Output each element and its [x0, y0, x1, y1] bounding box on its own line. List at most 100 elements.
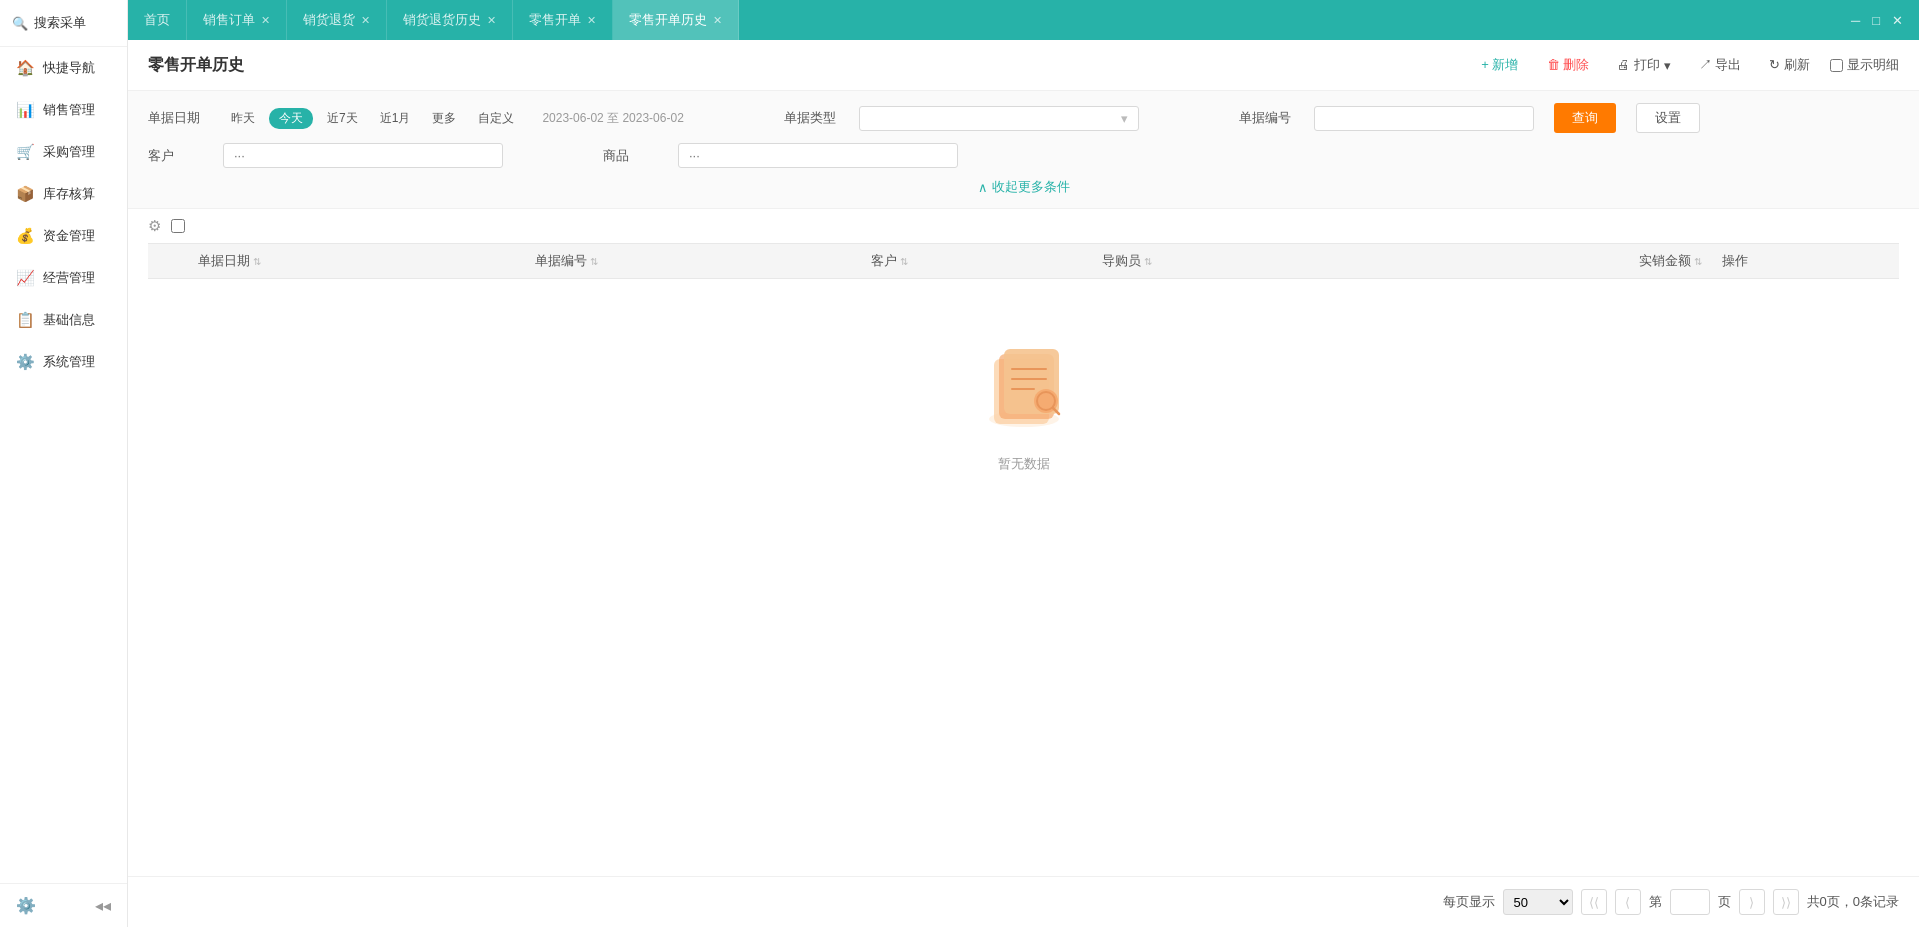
th-label-action: 操作: [1722, 253, 1748, 268]
first-page-btn[interactable]: ⟨⟨: [1581, 889, 1607, 915]
add-button[interactable]: + 新增: [1473, 52, 1526, 78]
settings-icon[interactable]: ⚙️: [16, 896, 36, 915]
query-button[interactable]: 查询: [1554, 103, 1616, 133]
prev-page-btn[interactable]: ⟨: [1615, 889, 1641, 915]
date-btn-近1月[interactable]: 近1月: [372, 108, 419, 129]
th-guide[interactable]: 导购员⇅: [1092, 244, 1376, 279]
print-arrow: ▾: [1664, 58, 1671, 73]
th-label-amount: 实销金额: [1639, 253, 1691, 268]
sidebar-search[interactable]: 🔍 搜索采单: [0, 0, 127, 47]
sidebar-item-purchase-mgmt[interactable]: 🛒 采购管理: [0, 131, 127, 173]
nav-icon-inventory: 📦: [16, 185, 35, 203]
window-close[interactable]: ✕: [1892, 13, 1903, 28]
print-button[interactable]: 🖨 打印 ▾: [1609, 52, 1679, 78]
date-range: 2023-06-02 至 2023-06-02: [542, 110, 683, 127]
sort-icon-no: ⇅: [590, 256, 598, 267]
filter-date-btns: 昨天今天近7天近1月更多自定义: [223, 108, 522, 129]
nav-icon-sales-mgmt: 📊: [16, 101, 35, 119]
tab-close-sales-order[interactable]: ✕: [261, 14, 270, 27]
show-detail-label: 显示明细: [1847, 56, 1899, 74]
th-no[interactable]: 单据编号⇅: [525, 244, 862, 279]
tab-close-sales-return-history[interactable]: ✕: [487, 14, 496, 27]
refresh-button[interactable]: ↻ 刷新: [1761, 52, 1818, 78]
empty-icon: [974, 339, 1074, 439]
collapse-label: 收起更多条件: [992, 178, 1070, 196]
tab-close-retail-open-history[interactable]: ✕: [713, 14, 722, 27]
customer-input[interactable]: [223, 143, 503, 168]
nav-label-operations: 经营管理: [43, 269, 95, 287]
page-input[interactable]: 1: [1670, 889, 1710, 915]
nav-label-system: 系统管理: [43, 353, 95, 371]
date-btn-更多[interactable]: 更多: [424, 108, 464, 129]
doc-type-label: 单据类型: [784, 109, 839, 127]
tab-sales-return-history[interactable]: 销货退货历史 ✕: [387, 0, 513, 40]
th-date[interactable]: 单据日期⇅: [188, 244, 525, 279]
nav-icon-finance: 💰: [16, 227, 35, 245]
window-minimize[interactable]: ─: [1851, 13, 1860, 28]
collapse-bar[interactable]: ∧ 收起更多条件: [148, 178, 1899, 196]
date-btn-昨天[interactable]: 昨天: [223, 108, 263, 129]
sidebar-item-basic-info[interactable]: 📋 基础信息: [0, 299, 127, 341]
nav-label-sales-mgmt: 销售管理: [43, 101, 95, 119]
nav-label-quick-nav: 快捷导航: [43, 59, 95, 77]
pagination-summary: 共0页，0条记录: [1807, 893, 1899, 911]
date-btn-今天[interactable]: 今天: [269, 108, 313, 129]
th-label-no: 单据编号: [535, 253, 587, 268]
sidebar-item-sales-mgmt[interactable]: 📊 销售管理: [0, 89, 127, 131]
per-page-select[interactable]: 102050100: [1503, 889, 1573, 915]
sidebar-item-finance[interactable]: 💰 资金管理: [0, 215, 127, 257]
nav-label-inventory: 库存核算: [43, 185, 95, 203]
tab-home[interactable]: 首页: [128, 0, 187, 40]
content-area: 零售开单历史 + 新增 🗑 删除 🖨 打印 ▾ ↗ 导出 ↻ 刷新 显示明细 单…: [128, 40, 1919, 927]
page-label: 页: [1718, 893, 1731, 911]
sort-icon-guide: ⇅: [1144, 256, 1152, 267]
delete-button[interactable]: 🗑 删除: [1539, 52, 1598, 78]
settings-button[interactable]: 设置: [1636, 103, 1700, 133]
doc-type-select[interactable]: ▾: [859, 106, 1139, 131]
tab-sales-return[interactable]: 销货退货 ✕: [287, 0, 387, 40]
filter-row-1: 单据日期 昨天今天近7天近1月更多自定义 2023-06-02 至 2023-0…: [148, 103, 1899, 133]
chevron-up-icon: ∧: [978, 180, 988, 195]
table-head: 单据日期⇅单据编号⇅客户⇅导购员⇅实销金额⇅操作: [148, 244, 1899, 279]
next-page-btn[interactable]: ⟩: [1739, 889, 1765, 915]
nav-icon-quick-nav: 🏠: [16, 59, 35, 77]
collapse-icon[interactable]: ◂◂: [95, 896, 111, 915]
sidebar-item-system[interactable]: ⚙️ 系统管理: [0, 341, 127, 383]
sidebar-item-quick-nav[interactable]: 🏠 快捷导航: [0, 47, 127, 89]
th-label-customer: 客户: [871, 253, 897, 268]
th-action: 操作: [1712, 244, 1899, 279]
table-toolbar: ⚙: [148, 209, 1899, 243]
sidebar-item-operations[interactable]: 📈 经营管理: [0, 257, 127, 299]
export-button[interactable]: ↗ 导出: [1691, 52, 1750, 78]
tab-close-sales-return[interactable]: ✕: [361, 14, 370, 27]
toolbar: + 新增 🗑 删除 🖨 打印 ▾ ↗ 导出 ↻ 刷新 显示明细: [1473, 52, 1899, 78]
table-area: ⚙ 单据日期⇅单据编号⇅客户⇅导购员⇅实销金额⇅操作: [128, 209, 1919, 876]
goods-input[interactable]: [678, 143, 958, 168]
th-amount[interactable]: 实销金额⇅: [1376, 244, 1713, 279]
select-all-checkbox[interactable]: [171, 219, 185, 233]
th-customer[interactable]: 客户⇅: [861, 244, 1092, 279]
last-page-btn[interactable]: ⟩⟩: [1773, 889, 1799, 915]
goods-label: 商品: [603, 147, 658, 165]
tab-close-retail-open[interactable]: ✕: [587, 14, 596, 27]
tab-label-home: 首页: [144, 11, 170, 29]
customer-label: 客户: [148, 147, 203, 165]
tab-bar-right: ─ □ ✕: [1851, 13, 1919, 28]
show-detail-toggle[interactable]: 显示明细: [1830, 56, 1899, 74]
print-label: 🖨 打印: [1617, 56, 1660, 74]
filter-row-2: 客户 商品: [148, 143, 1899, 168]
table-settings-icon[interactable]: ⚙: [148, 217, 161, 235]
doc-no-input[interactable]: [1314, 106, 1534, 131]
window-maximize[interactable]: □: [1872, 13, 1880, 28]
page-title: 零售开单历史: [148, 55, 244, 76]
tab-retail-open-history[interactable]: 零售开单历史 ✕: [613, 0, 739, 40]
empty-state: 暂无数据: [148, 279, 1899, 533]
show-detail-checkbox[interactable]: [1830, 59, 1843, 72]
date-btn-自定义[interactable]: 自定义: [470, 108, 522, 129]
pagination: 每页显示 102050100 ⟨⟨ ⟨ 第 1 页 ⟩ ⟩⟩ 共0页，0条记录: [128, 876, 1919, 927]
date-btn-近7天[interactable]: 近7天: [319, 108, 366, 129]
tab-sales-order[interactable]: 销售订单 ✕: [187, 0, 287, 40]
sidebar-item-inventory[interactable]: 📦 库存核算: [0, 173, 127, 215]
tab-retail-open[interactable]: 零售开单 ✕: [513, 0, 613, 40]
main-area: 首页销售订单 ✕销货退货 ✕销货退货历史 ✕零售开单 ✕零售开单历史 ✕ ─ □…: [128, 0, 1919, 927]
